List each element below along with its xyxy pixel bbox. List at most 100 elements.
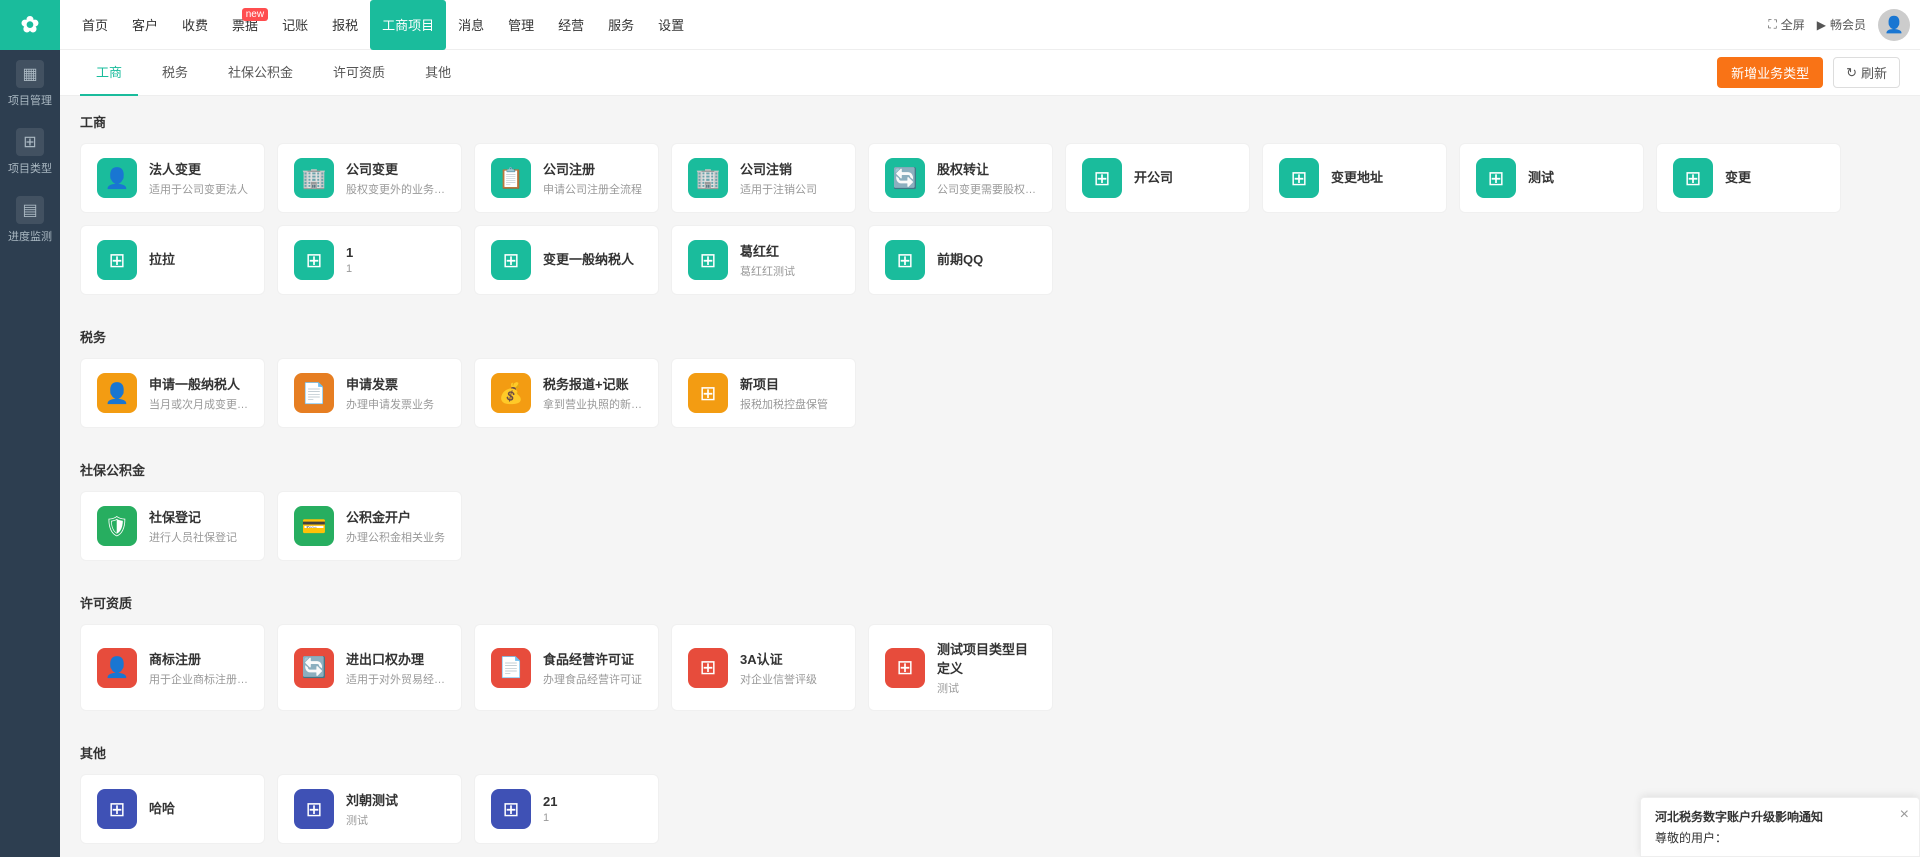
logo-icon: ✿ — [21, 12, 39, 38]
project-type-icon: ⊞ — [16, 128, 44, 156]
section-title-other: 其他 — [80, 743, 1900, 762]
tab-tax[interactable]: 税务 — [146, 50, 204, 96]
card-food-license[interactable]: 📄食品经营许可证办理食品经营许可证 — [474, 624, 659, 711]
card-liuchaotest[interactable]: ⊞刘朝测试测试 — [277, 774, 462, 844]
tab-bizreg[interactable]: 工商 — [80, 50, 138, 96]
card-icon-haha: ⊞ — [97, 789, 137, 829]
card-info-provident-fund: 公积金开户办理公积金相关业务 — [346, 507, 445, 545]
card-title-provident-fund: 公积金开户 — [346, 507, 445, 526]
nav-operate[interactable]: 经营 — [546, 0, 596, 50]
card-info-test-type: 测试项目类型目定义测试 — [937, 639, 1036, 696]
add-biz-type-button[interactable]: 新增业务类型 — [1717, 57, 1823, 88]
card-apply-invoice[interactable]: 📄 申请发票办理申请发票业务 — [277, 358, 462, 428]
card-trademark[interactable]: 👤商标注册用于企业商标注册服务 — [80, 624, 265, 711]
card-title-legal-change: 法人变更 — [149, 159, 248, 178]
card-title-haha: 哈哈 — [149, 798, 248, 817]
card-icon-lala: ⊞ — [97, 240, 137, 280]
nav-manage[interactable]: 管理 — [496, 0, 546, 50]
notification-title: 河北税务数字账户升级影响通知 — [1655, 808, 1905, 825]
card-change-address[interactable]: ⊞变更地址 — [1262, 143, 1447, 213]
refresh-button[interactable]: ↻ 刷新 — [1833, 57, 1900, 88]
card-desc-company-register: 申请公司注册全流程 — [543, 181, 642, 197]
card-title-apply-taxpayer: 申请一般纳税人 — [149, 374, 248, 393]
card-open-company[interactable]: ⊞开公司 — [1065, 143, 1250, 213]
card-title-import-export: 进出口权办理 — [346, 649, 445, 668]
logo[interactable]: ✿ — [0, 0, 60, 50]
progress-icon: ▤ — [16, 196, 44, 224]
tab-social[interactable]: 社保公积金 — [212, 50, 309, 96]
sidebar-item-progress[interactable]: ▤ 进度监测 — [0, 186, 60, 254]
card-new-project[interactable]: ⊞新项目报税加税控盘保管 — [671, 358, 856, 428]
sidebar-item-project-mgmt[interactable]: ▦ 项目管理 — [0, 50, 60, 118]
card-icon-company-register: 📋 — [491, 158, 531, 198]
nav-service[interactable]: 服务 — [596, 0, 646, 50]
card-mohonghong[interactable]: ⊞葛红红葛红红测试 — [671, 225, 856, 295]
card-company-change[interactable]: 🏢公司变更股权变更外的业务变更 — [277, 143, 462, 213]
card-social-register[interactable]: 🛡社保登记进行人员社保登记 — [80, 491, 265, 561]
card-twentyone[interactable]: ⊞211 — [474, 774, 659, 844]
card-title-twentyone: 21 — [543, 794, 642, 809]
card-title-prepqq: 前期QQ — [937, 249, 1036, 268]
card-icon-test-type: ⊞ — [885, 648, 925, 688]
card-desc-legal-change: 适用于公司变更法人 — [149, 181, 248, 197]
card-title-food-license: 食品经营许可证 — [543, 649, 642, 668]
card-icon-new-project: ⊞ — [688, 373, 728, 413]
section-title-bizreg: 工商 — [80, 112, 1900, 131]
card-desc-trademark: 用于企业商标注册服务 — [149, 671, 248, 687]
card-change[interactable]: ⊞变更 — [1656, 143, 1841, 213]
card-test-type[interactable]: ⊞ 测试项目类型目定义测试 — [868, 624, 1053, 711]
card-icon-one: ⊞ — [294, 240, 334, 280]
card-3a-cert[interactable]: ⊞3A认证对企业信誉评级 — [671, 624, 856, 711]
card-prepqq[interactable]: ⊞前期QQ — [868, 225, 1053, 295]
nav-invoice[interactable]: 票据 new — [220, 0, 270, 50]
card-apply-taxpayer[interactable]: 👤申请一般纳税人当月或次月成变更完成 — [80, 358, 265, 428]
card-haha[interactable]: ⊞ 哈哈 — [80, 774, 265, 844]
user-avatar[interactable]: 👤 — [1878, 9, 1910, 41]
section-title-social: 社保公积金 — [80, 460, 1900, 479]
tab-other[interactable]: 其他 — [409, 50, 467, 96]
nav-billing[interactable]: 收费 — [170, 0, 220, 50]
topnav: 首页 客户 收费 票据 new 记账 报税 工商项目 消息 管理 经营 服务 设… — [60, 0, 1920, 50]
card-import-export[interactable]: 🔄进出口权办理适用于对外贸易经营者 — [277, 624, 462, 711]
card-lala[interactable]: ⊞拉拉 — [80, 225, 265, 295]
card-desc-test-type: 测试 — [937, 680, 1036, 696]
page: 工商 税务 社保公积金 许可资质 其他 新增业务类型 ↻ 刷新 工商👤法人变更适… — [60, 50, 1920, 857]
fullscreen-btn[interactable]: ⛶ 全屏 — [1768, 16, 1804, 33]
card-legal-change[interactable]: 👤法人变更适用于公司变更法人 — [80, 143, 265, 213]
card-info-3a-cert: 3A认证对企业信誉评级 — [740, 649, 839, 687]
membership-icon: ▶ — [1817, 18, 1826, 32]
membership-btn[interactable]: ▶ 畅会员 — [1817, 16, 1866, 33]
nav-message[interactable]: 消息 — [446, 0, 496, 50]
nav-tax[interactable]: 报税 — [320, 0, 370, 50]
nav-accounting[interactable]: 记账 — [270, 0, 320, 50]
card-desc-liuchaotest: 测试 — [346, 812, 445, 828]
sidebar-item-label: 项目管理 — [8, 92, 52, 108]
card-one[interactable]: ⊞11 — [277, 225, 462, 295]
nav-bizreg[interactable]: 工商项目 — [370, 0, 446, 50]
notification-close-button[interactable]: × — [1900, 806, 1909, 824]
card-equity-transfer[interactable]: 🔄股权转让公司变更需要股权转让 — [868, 143, 1053, 213]
card-title-apply-invoice: 申请发票 — [346, 374, 445, 393]
card-icon-change-address: ⊞ — [1279, 158, 1319, 198]
card-company-register[interactable]: 📋公司注册申请公司注册全流程 — [474, 143, 659, 213]
tab-license[interactable]: 许可资质 — [317, 50, 401, 96]
card-desc-company-change: 股权变更外的业务变更 — [346, 181, 445, 197]
card-desc-apply-invoice: 办理申请发票业务 — [346, 396, 445, 412]
nav-settings[interactable]: 设置 — [646, 0, 696, 50]
card-tax-report-bookkeep[interactable]: 💰税务报道+记账拿到营业执照的新公司 — [474, 358, 659, 428]
card-info-apply-invoice: 申请发票办理申请发票业务 — [346, 374, 445, 412]
card-test[interactable]: ⊞测试 — [1459, 143, 1644, 213]
card-provident-fund[interactable]: 💳公积金开户办理公积金相关业务 — [277, 491, 462, 561]
card-icon-import-export: 🔄 — [294, 648, 334, 688]
card-icon-apply-invoice: 📄 — [294, 373, 334, 413]
card-company-cancel[interactable]: 🏢公司注销适用于注销公司 — [671, 143, 856, 213]
sidebar-item-label: 项目类型 — [8, 160, 52, 176]
card-change-taxpayer[interactable]: ⊞变更一般纳税人 — [474, 225, 659, 295]
card-desc-new-project: 报税加税控盘保管 — [740, 396, 839, 412]
sidebar-item-project-type[interactable]: ⊞ 项目类型 — [0, 118, 60, 186]
card-icon-tax-report-bookkeep: 💰 — [491, 373, 531, 413]
nav-customer[interactable]: 客户 — [120, 0, 170, 50]
card-title-company-cancel: 公司注销 — [740, 159, 839, 178]
nav-home[interactable]: 首页 — [70, 0, 120, 50]
cards-grid-other: ⊞ 哈哈 ⊞刘朝测试测试⊞211 — [80, 774, 1900, 844]
